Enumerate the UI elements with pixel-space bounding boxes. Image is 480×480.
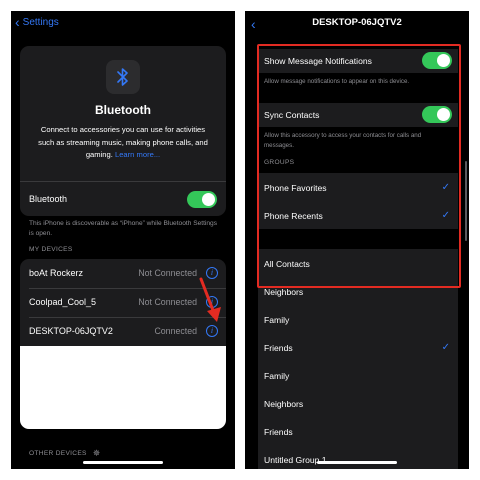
home-indicator	[83, 461, 163, 464]
other-devices-header: OTHER DEVICES ✵	[29, 448, 101, 459]
bluetooth-icon	[106, 60, 140, 94]
sync-contacts-toggle[interactable]	[422, 106, 452, 123]
sync-contacts-caption: Allow this accessory to access your cont…	[264, 132, 422, 149]
contact-group-row[interactable]: Untitled Group 1	[258, 445, 458, 469]
show-notifications-caption: Allow message notifications to appear on…	[264, 78, 410, 85]
group-label: Phone Favorites	[264, 183, 327, 193]
show-notifications-label: Show Message Notifications	[264, 56, 372, 66]
red-arrow-annotation	[199, 277, 221, 322]
device-row[interactable]: DESKTOP-06JQTV2 Connected i	[20, 317, 226, 346]
contact-group-row[interactable]: Friends ✓	[258, 333, 458, 361]
contact-group-row[interactable]: Friends	[258, 417, 458, 445]
contact-group-label: Neighbors	[264, 287, 304, 297]
page-title: Bluetooth	[95, 103, 151, 117]
show-notifications-row: Show Message Notifications	[258, 49, 458, 73]
scrollbar[interactable]	[465, 161, 467, 241]
device-row[interactable]: boAt Rockerz Not Connected i	[20, 259, 226, 288]
learn-more-link[interactable]: Learn more...	[115, 150, 160, 159]
contact-group-row[interactable]: Neighbors	[258, 277, 458, 305]
back-button[interactable]: ‹ Settings	[15, 15, 59, 29]
page-title: DESKTOP-06JQTV2	[312, 17, 402, 28]
bluetooth-toggle-label: Bluetooth	[29, 194, 68, 204]
sync-contacts-label: Sync Contacts	[264, 110, 320, 120]
group-row[interactable]: Phone Favorites ✓	[258, 173, 458, 201]
loading-spinner-icon: ✵	[92, 448, 101, 458]
device-status: Connected	[154, 326, 197, 336]
contact-group-row[interactable]: Neighbors	[258, 389, 458, 417]
contact-group-label: Friends	[264, 343, 293, 353]
bluetooth-info-card: Bluetooth Connect to accessories you can…	[20, 46, 226, 181]
contact-group-label: Family	[264, 315, 290, 325]
device-row[interactable]: Coolpad_Cool_5 Not Connected i	[20, 288, 226, 317]
device-name: DESKTOP-06JQTV2	[29, 326, 113, 336]
device-status: Not Connected	[138, 297, 197, 307]
bluetooth-toggle-row: Bluetooth	[20, 181, 226, 216]
checkmark-icon: ✓	[441, 210, 450, 221]
chevron-left-icon: ‹	[15, 14, 20, 30]
bluetooth-settings-screen: ‹ Settings Bluetooth Connect to accessor…	[11, 11, 235, 469]
contact-group-label: Friends	[264, 427, 293, 437]
contact-group-label: Neighbors	[264, 399, 304, 409]
sync-contacts-row: Sync Contacts	[258, 103, 458, 127]
device-name: boAt Rockerz	[29, 268, 84, 278]
other-devices-label: OTHER DEVICES	[29, 450, 87, 457]
discoverable-note: This iPhone is discoverable as “iPhone” …	[29, 220, 218, 237]
my-devices-header: MY DEVICES	[29, 246, 73, 253]
group-row[interactable]: Phone Recents ✓	[258, 201, 458, 229]
contact-group-row[interactable]: All Contacts	[258, 249, 458, 277]
contact-group-label: All Contacts	[264, 259, 310, 269]
bluetooth-toggle[interactable]	[187, 191, 217, 208]
home-indicator	[317, 461, 397, 464]
checkmark-icon: ✓	[441, 182, 450, 193]
my-devices-list: boAt Rockerz Not Connected i Coolpad_Coo…	[20, 259, 226, 429]
bluetooth-description: Connect to accessories you can use for a…	[32, 124, 214, 162]
contact-group-row[interactable]: Family	[258, 361, 458, 389]
redacted-area	[20, 346, 226, 429]
device-detail-screen: ‹ DESKTOP-06JQTV2 Show Message Notificat…	[245, 11, 469, 469]
contact-group-label: Family	[264, 371, 290, 381]
device-name: Coolpad_Cool_5	[29, 297, 97, 307]
device-status: Not Connected	[138, 268, 197, 278]
checkmark-icon: ✓	[441, 342, 450, 353]
contact-group-row[interactable]: Family	[258, 305, 458, 333]
group-label: Phone Recents	[264, 211, 323, 221]
info-icon[interactable]: i	[206, 325, 218, 337]
back-label: Settings	[22, 16, 59, 28]
show-notifications-toggle[interactable]	[422, 52, 452, 69]
groups-header: GROUPS	[264, 159, 295, 166]
